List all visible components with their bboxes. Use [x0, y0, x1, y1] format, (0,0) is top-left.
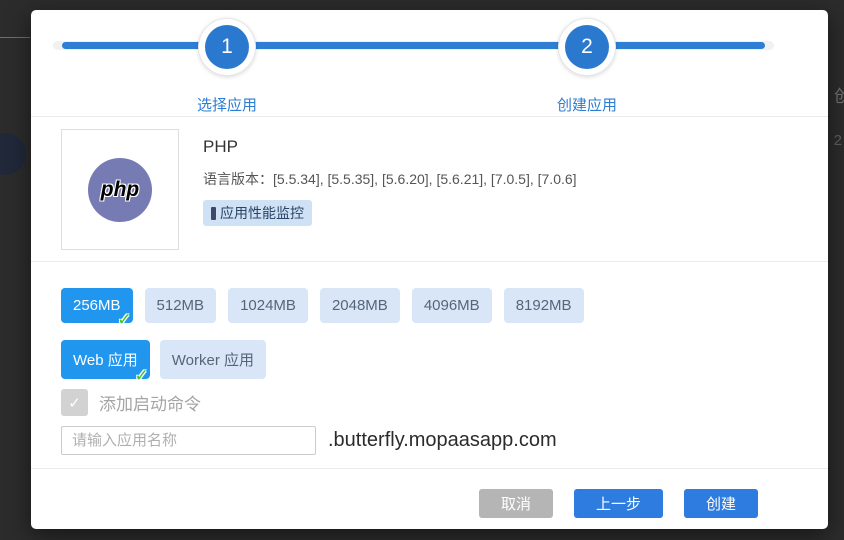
- startup-command-checkbox[interactable]: ✓: [61, 389, 88, 416]
- checkbox-check-icon: ✓: [68, 394, 81, 412]
- app-title: PHP: [203, 137, 238, 156]
- app-name-input[interactable]: [61, 426, 316, 455]
- performance-tag-label: 应用性能监控: [220, 205, 304, 221]
- background-text-fragment: 2: [833, 132, 842, 149]
- performance-monitor-icon: [211, 206, 216, 220]
- domain-suffix: .butterfly.mopaasapp.com: [328, 429, 557, 451]
- step-1-label: 选择应用: [196, 97, 258, 114]
- app-type-option-worker[interactable]: Worker 应用: [159, 340, 266, 379]
- memory-options: 256MB ✓ 512MB 1024MB 2048MB 4096MB 8192M…: [31, 262, 828, 328]
- php-logo-text: php: [100, 177, 140, 201]
- background-text-fragment: 创: [834, 87, 844, 106]
- memory-option-4096mb[interactable]: 4096MB: [411, 288, 492, 323]
- memory-option-512mb[interactable]: 512MB: [144, 288, 217, 323]
- check-icon: ✓: [134, 366, 149, 385]
- selected-app-card: php PHP 语言版本：[5.5.34], [5.5.35], [5.6.20…: [31, 117, 828, 262]
- step-2-label: 创建应用: [556, 97, 618, 114]
- php-logo-card: php: [61, 129, 179, 250]
- stepper-progress-bar: [62, 42, 765, 49]
- create-button[interactable]: 创建: [683, 489, 758, 518]
- startup-command-label: 添加启动命令: [99, 395, 201, 414]
- memory-option-256mb[interactable]: 256MB ✓: [61, 288, 133, 328]
- stepper: 1 2 选择应用 创建应用: [31, 10, 828, 117]
- startup-command-row: ✓ 添加启动命令: [31, 379, 828, 416]
- step-2-circle: 2: [558, 18, 616, 76]
- step-1-number: 1: [205, 25, 249, 69]
- memory-option-1024mb[interactable]: 1024MB: [228, 288, 308, 323]
- app-info: PHP 语言版本：[5.5.34], [5.5.35], [5.6.20], […: [203, 129, 577, 250]
- background-logo-fragment: [0, 133, 26, 175]
- app-versions: 语言版本：[5.5.34], [5.5.35], [5.6.20], [5.6.…: [203, 171, 577, 187]
- previous-step-button[interactable]: 上一步: [573, 489, 663, 518]
- memory-option-2048mb[interactable]: 2048MB: [319, 288, 400, 323]
- background-text-fragment: 一一: [0, 23, 30, 38]
- dialog-footer: 取消 上一步 创建: [31, 468, 828, 518]
- performance-tag: 应用性能监控: [203, 200, 312, 226]
- step-1-circle: 1: [198, 18, 256, 76]
- app-name-row: .butterfly.mopaasapp.com: [31, 416, 828, 455]
- php-logo-icon: php: [88, 157, 152, 222]
- create-app-dialog: 1 2 选择应用 创建应用 php PHP 语言版本：[5.5.34], [5.…: [31, 10, 828, 529]
- check-icon: ✓: [117, 310, 132, 329]
- app-type-options: Web 应用 ✓ Worker 应用: [31, 323, 828, 384]
- memory-option-8192mb[interactable]: 8192MB: [503, 288, 584, 323]
- step-2-number: 2: [565, 25, 609, 69]
- app-type-option-web[interactable]: Web 应用 ✓: [61, 340, 150, 384]
- cancel-button[interactable]: 取消: [478, 489, 553, 518]
